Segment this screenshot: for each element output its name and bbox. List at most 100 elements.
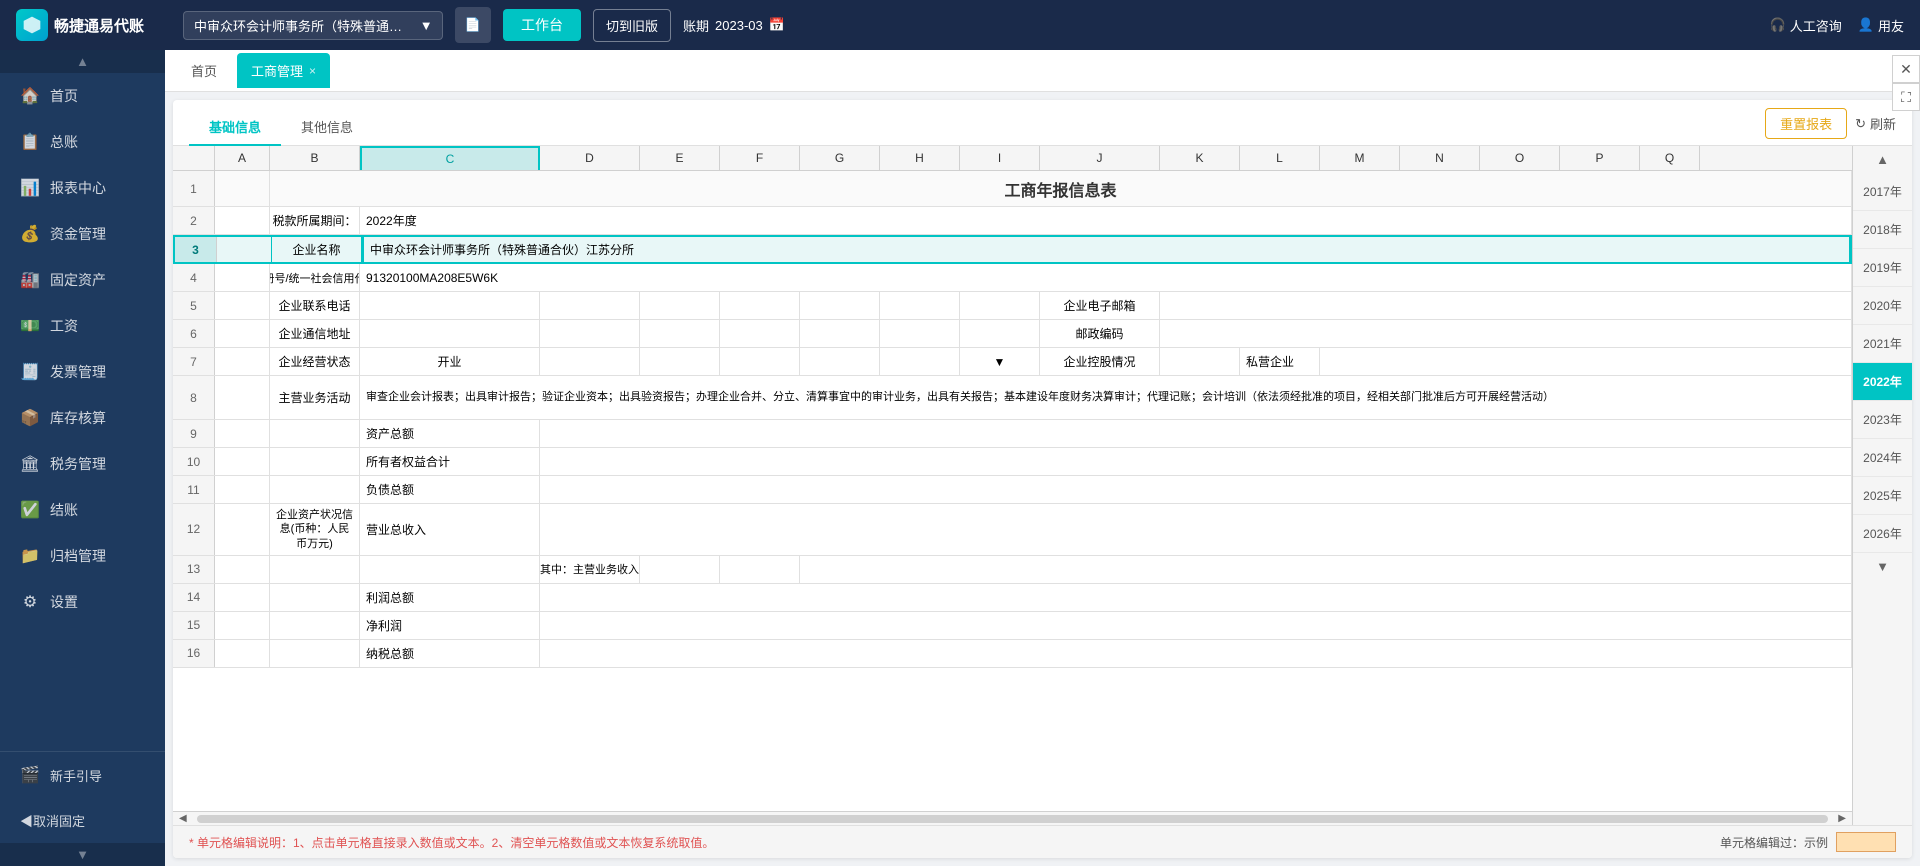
cell-16-c[interactable]: 纳税总额 (360, 640, 540, 667)
cell-8-a[interactable] (215, 376, 270, 419)
cell-4-b[interactable]: 注册号/统一社会信用代码 (270, 264, 360, 291)
tab-close-icon[interactable]: × (309, 64, 316, 78)
cell-6-f[interactable] (720, 320, 800, 347)
cell-1-a[interactable] (215, 171, 270, 206)
cell-5-b[interactable]: 企业联系电话 (270, 292, 360, 319)
cell-6-rest[interactable] (1160, 320, 1852, 347)
sidebar-item-closing[interactable]: ✅ 结账 (0, 487, 165, 533)
sidebar-item-settings[interactable]: ⚙ 设置 (0, 579, 165, 625)
refresh-button[interactable]: ↻ 刷新 (1855, 114, 1896, 133)
cell-11-c[interactable]: 负债总额 (360, 476, 540, 503)
cell-15-a[interactable] (215, 612, 270, 639)
cell-13-d[interactable]: 其中：主营业务收入 (540, 556, 640, 583)
sidebar-item-home[interactable]: 🏠 首页 (0, 73, 165, 119)
year-item-2019[interactable]: 2019年 (1853, 249, 1912, 287)
cell-3-c[interactable]: 中审众环会计师事务所（特殊普通合伙）江苏分所 (362, 237, 1850, 262)
cell-6-e[interactable] (640, 320, 720, 347)
sidebar-item-finance[interactable]: 💰 资金管理 (0, 211, 165, 257)
tab-other-info[interactable]: 其他信息 (281, 109, 373, 146)
cell-5-j[interactable]: 企业电子邮箱 (1040, 292, 1160, 319)
cell-13-rest[interactable] (800, 556, 1852, 583)
cell-8-c[interactable]: 审查企业会计报表；出具审计报告；验证企业资本；出具验资报告；办理企业合并、分立、… (360, 376, 1852, 419)
cell-11-b[interactable] (270, 476, 360, 503)
sidebar-item-tax[interactable]: 🏛 税务管理 (0, 441, 165, 487)
cell-6-h[interactable] (880, 320, 960, 347)
cell-6-c[interactable] (360, 320, 540, 347)
sidebar-item-cancelfix[interactable]: ◀取消固定 (0, 798, 165, 843)
sidebar-item-salary[interactable]: 💵 工资 (0, 303, 165, 349)
cell-10-b[interactable] (270, 448, 360, 475)
doc-button[interactable]: 📄 (455, 7, 491, 43)
expand-window-button[interactable]: ⛶ (1892, 83, 1920, 111)
cell-13-f[interactable] (720, 556, 800, 583)
cell-7-rest[interactable] (1320, 348, 1852, 375)
sidebar-item-assets[interactable]: 🏭 固定资产 (0, 257, 165, 303)
cell-7-f[interactable] (720, 348, 800, 375)
cell-6-g[interactable] (800, 320, 880, 347)
cell-14-c[interactable]: 利润总额 (360, 584, 540, 611)
cell-7-g[interactable] (800, 348, 880, 375)
cell-5-a[interactable] (215, 292, 270, 319)
sidebar-scroll-up[interactable]: ▲ (0, 50, 165, 73)
cell-12-c[interactable]: 营业总收入 (360, 504, 540, 555)
cell-15-c[interactable]: 净利润 (360, 612, 540, 639)
scroll-right-arrow[interactable]: ▶ (1832, 811, 1852, 825)
cell-14-rest[interactable] (540, 584, 1852, 611)
cell-9-b[interactable] (270, 420, 360, 447)
cell-4-c[interactable]: 91320100MA208E5W6K (360, 264, 1852, 291)
cell-7-a[interactable] (215, 348, 270, 375)
workspace-button[interactable]: 工作台 (503, 9, 581, 41)
cell-8-b[interactable]: 主营业务活动 (270, 376, 360, 419)
cell-5-d[interactable] (540, 292, 640, 319)
year-item-2017[interactable]: 2017年 (1853, 173, 1912, 211)
cell-15-rest[interactable] (540, 612, 1852, 639)
cell-13-c[interactable] (360, 556, 540, 583)
cell-9-rest[interactable] (540, 420, 1852, 447)
cell-3-b[interactable]: 企业名称 (272, 237, 362, 262)
cell-2-a[interactable] (215, 207, 270, 234)
scroll-track[interactable] (197, 815, 1829, 823)
tab-basic-info[interactable]: 基础信息 (189, 109, 281, 146)
cell-16-rest[interactable] (540, 640, 1852, 667)
cell-10-a[interactable] (215, 448, 270, 475)
sidebar-scroll-down[interactable]: ▼ (0, 843, 165, 866)
cell-14-a[interactable] (215, 584, 270, 611)
cell-6-b[interactable]: 企业通信地址 (270, 320, 360, 347)
cell-7-c[interactable]: 开业 (360, 348, 540, 375)
year-item-2023[interactable]: 2023年 (1853, 401, 1912, 439)
year-item-2026[interactable]: 2026年 (1853, 515, 1912, 553)
reset-button[interactable]: 重置报表 (1765, 108, 1847, 139)
cell-16-b[interactable] (270, 640, 360, 667)
sidebar-item-invoice[interactable]: 🧾 发票管理 (0, 349, 165, 395)
cell-12-rest[interactable] (540, 504, 1852, 555)
cell-10-rest[interactable] (540, 448, 1852, 475)
cell-7-b[interactable]: 企业经营状态 (270, 348, 360, 375)
cell-11-rest[interactable] (540, 476, 1852, 503)
year-item-2025[interactable]: 2025年 (1853, 477, 1912, 515)
year-item-2021[interactable]: 2021年 (1853, 325, 1912, 363)
cell-15-b[interactable] (270, 612, 360, 639)
sidebar-item-ledger[interactable]: 📋 总账 (0, 119, 165, 165)
cell-6-j[interactable]: 邮政编码 (1040, 320, 1160, 347)
cell-9-a[interactable] (215, 420, 270, 447)
cell-12-a[interactable] (215, 504, 270, 555)
service-button[interactable]: 🎧 人工咨询 (1770, 16, 1842, 35)
year-item-2020[interactable]: 2020年 (1853, 287, 1912, 325)
cell-10-c[interactable]: 所有者权益合计 (360, 448, 540, 475)
year-nav-up[interactable]: ▲ (1853, 146, 1912, 173)
cell-3-a[interactable] (217, 237, 272, 262)
cell-13-b[interactable] (270, 556, 360, 583)
year-item-2018[interactable]: 2018年 (1853, 211, 1912, 249)
year-item-2024[interactable]: 2024年 (1853, 439, 1912, 477)
cell-6-d[interactable] (540, 320, 640, 347)
horizontal-scrollbar[interactable]: ◀ ▶ (173, 811, 1852, 825)
cell-11-a[interactable] (215, 476, 270, 503)
cell-2-b[interactable]: 税款所属期间： (270, 207, 360, 234)
scroll-left-arrow[interactable]: ◀ (173, 811, 193, 825)
close-window-button[interactable]: ✕ (1892, 55, 1920, 83)
cell-6-a[interactable] (215, 320, 270, 347)
cell-7-l[interactable]: 私营企业 (1240, 348, 1320, 375)
cell-16-a[interactable] (215, 640, 270, 667)
cell-7-d[interactable] (540, 348, 640, 375)
cell-5-e[interactable] (640, 292, 720, 319)
